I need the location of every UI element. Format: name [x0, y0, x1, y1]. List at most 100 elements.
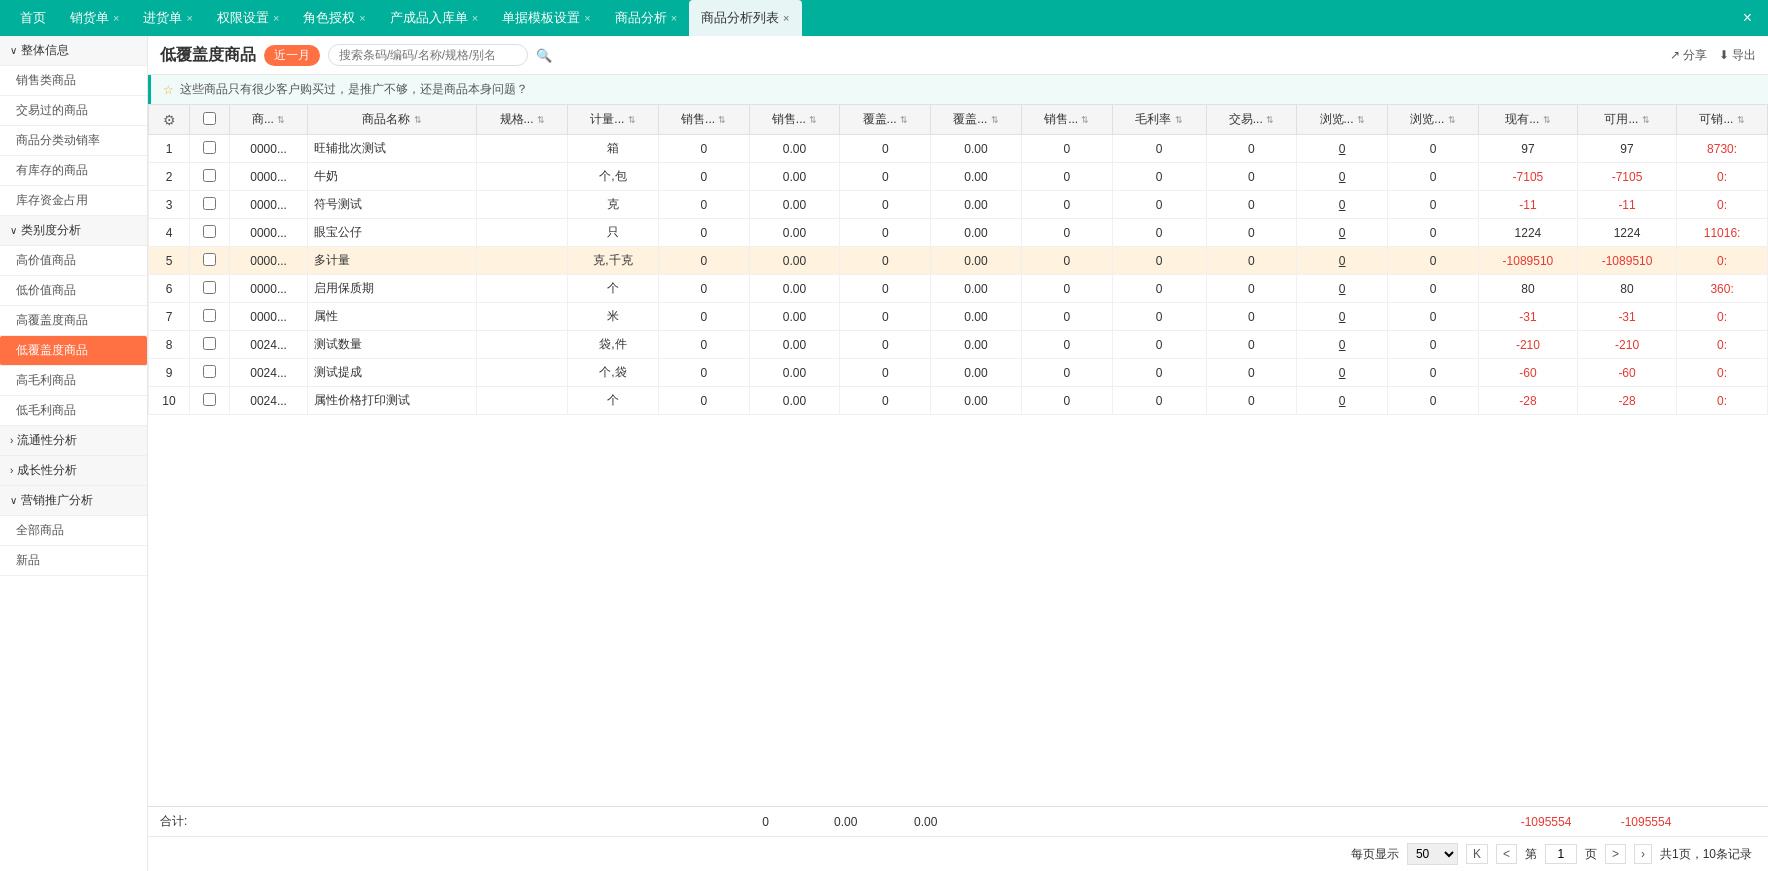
row-cell[interactable]	[190, 331, 230, 359]
row-checkbox[interactable]	[203, 197, 216, 210]
nav-roles-close[interactable]: ×	[359, 12, 365, 24]
col-trade[interactable]: 交易... ⇅	[1206, 105, 1297, 135]
sidebar-item-sales-goods[interactable]: 销售类商品	[0, 66, 147, 96]
row-checkbox[interactable]	[203, 253, 216, 266]
sidebar-item-new-goods[interactable]: 新品	[0, 546, 147, 576]
col-gross[interactable]: 毛利率 ⇅	[1112, 105, 1206, 135]
nav-analysis[interactable]: 商品分析 ×	[603, 0, 689, 36]
row-checkbox[interactable]	[203, 225, 216, 238]
col-cover2[interactable]: 覆盖... ⇅	[931, 105, 1022, 135]
nav-products[interactable]: 产成品入库单 ×	[378, 0, 490, 36]
period-button[interactable]: 近一月	[264, 45, 320, 66]
col-name[interactable]: 商品名称 ⇅	[307, 105, 477, 135]
nav-roles[interactable]: 角色授权 ×	[291, 0, 377, 36]
sidebar-item-high-coverage[interactable]: 高覆盖度商品	[0, 306, 147, 336]
nav-products-label: 产成品入库单	[390, 9, 468, 27]
row-checkbox[interactable]	[203, 141, 216, 154]
col-settings[interactable]: ⚙	[149, 105, 190, 135]
header-actions: ↗ 分享 ⬇ 导出	[1670, 47, 1756, 64]
settings-icon[interactable]: ⚙	[163, 112, 176, 128]
page-size-select[interactable]: 50 100 200	[1407, 843, 1458, 865]
nav-analysis-close[interactable]: ×	[671, 12, 677, 24]
nav-sales[interactable]: 销货单 ×	[58, 0, 131, 36]
sidebar-item-low-margin[interactable]: 低毛利商品	[0, 396, 147, 426]
nav-analysis-list[interactable]: 商品分析列表 ×	[689, 0, 801, 36]
nav-templates-close[interactable]: ×	[584, 12, 590, 24]
col-sales3[interactable]: 销售... ⇅	[1021, 105, 1112, 135]
row-checkbox[interactable]	[203, 281, 216, 294]
nav-templates[interactable]: 单据模板设置 ×	[490, 0, 602, 36]
row-cell[interactable]	[190, 275, 230, 303]
col-unit[interactable]: 计量... ⇅	[568, 105, 659, 135]
first-page-button[interactable]: K	[1466, 844, 1488, 864]
sidebar-item-inventory-capital[interactable]: 库存资金占用	[0, 186, 147, 216]
col-sales2[interactable]: 销售... ⇅	[749, 105, 840, 135]
col-spec[interactable]: 规格... ⇅	[477, 105, 568, 135]
share-button[interactable]: ↗ 分享	[1670, 47, 1707, 64]
row-browse1[interactable]: 0	[1297, 219, 1388, 247]
col-code[interactable]: 商... ⇅	[230, 105, 307, 135]
sidebar-item-category-rate[interactable]: 商品分类动销率	[0, 126, 147, 156]
sidebar-item-high-margin[interactable]: 高毛利商品	[0, 366, 147, 396]
col-cover1[interactable]: 覆盖... ⇅	[840, 105, 931, 135]
row-browse1[interactable]: 0	[1297, 359, 1388, 387]
row-checkbox[interactable]	[203, 309, 216, 322]
row-cell[interactable]	[190, 387, 230, 415]
sidebar-section-growth[interactable]: › 成长性分析	[0, 456, 147, 486]
nav-analysis-list-label: 商品分析列表	[701, 9, 779, 27]
sidebar-item-stocked-goods[interactable]: 有库存的商品	[0, 156, 147, 186]
sidebar-item-all-goods[interactable]: 全部商品	[0, 516, 147, 546]
row-checkbox[interactable]	[203, 337, 216, 350]
row-cell[interactable]	[190, 359, 230, 387]
row-cell[interactable]	[190, 163, 230, 191]
select-all-checkbox[interactable]	[203, 112, 216, 125]
sidebar-section-liquidity[interactable]: › 流通性分析	[0, 426, 147, 456]
col-available[interactable]: 可用... ⇅	[1577, 105, 1676, 135]
row-browse1[interactable]: 0	[1297, 331, 1388, 359]
col-browse2[interactable]: 浏览... ⇅	[1388, 105, 1479, 135]
sidebar-section-overall[interactable]: ∨ 整体信息	[0, 36, 147, 66]
col-sales1[interactable]: 销售... ⇅	[658, 105, 749, 135]
last-page-button[interactable]: ›	[1634, 844, 1652, 864]
row-cell[interactable]	[190, 191, 230, 219]
row-browse1[interactable]: 0	[1297, 303, 1388, 331]
row-browse1[interactable]: 0	[1297, 163, 1388, 191]
sidebar-item-traded-goods[interactable]: 交易过的商品	[0, 96, 147, 126]
row-browse1[interactable]: 0	[1297, 247, 1388, 275]
row-cell[interactable]	[190, 135, 230, 163]
row-browse1[interactable]: 0	[1297, 191, 1388, 219]
nav-home[interactable]: 首页	[8, 0, 58, 36]
nav-permissions[interactable]: 权限设置 ×	[205, 0, 291, 36]
row-cell[interactable]	[190, 219, 230, 247]
row-browse1[interactable]: 0	[1297, 135, 1388, 163]
next-page-button[interactable]: >	[1605, 844, 1626, 864]
window-close-button[interactable]: ×	[1735, 9, 1760, 27]
sidebar-item-low-coverage[interactable]: 低覆盖度商品	[0, 336, 147, 366]
nav-permissions-close[interactable]: ×	[273, 12, 279, 24]
prev-page-button[interactable]: <	[1496, 844, 1517, 864]
col-sellable[interactable]: 可销... ⇅	[1677, 105, 1768, 135]
row-checkbox[interactable]	[203, 169, 216, 182]
col-current[interactable]: 现有... ⇅	[1478, 105, 1577, 135]
row-checkbox[interactable]	[203, 365, 216, 378]
nav-products-close[interactable]: ×	[472, 12, 478, 24]
sidebar-section-category[interactable]: ∨ 类别度分析	[0, 216, 147, 246]
current-page-input[interactable]	[1545, 844, 1577, 864]
nav-sales-close[interactable]: ×	[113, 12, 119, 24]
nav-purchase[interactable]: 进货单 ×	[131, 0, 204, 36]
search-icon[interactable]: 🔍	[536, 48, 552, 63]
col-checkbox-header[interactable]	[190, 105, 230, 135]
col-browse1[interactable]: 浏览... ⇅	[1297, 105, 1388, 135]
sidebar-section-marketing[interactable]: ∨ 营销推广分析	[0, 486, 147, 516]
row-checkbox[interactable]	[203, 393, 216, 406]
row-browse1[interactable]: 0	[1297, 275, 1388, 303]
row-cell[interactable]	[190, 303, 230, 331]
nav-purchase-close[interactable]: ×	[186, 12, 192, 24]
nav-analysis-list-close[interactable]: ×	[783, 12, 789, 24]
sidebar-item-high-value[interactable]: 高价值商品	[0, 246, 147, 276]
row-browse1[interactable]: 0	[1297, 387, 1388, 415]
sidebar-item-low-value[interactable]: 低价值商品	[0, 276, 147, 306]
row-cell[interactable]	[190, 247, 230, 275]
export-button[interactable]: ⬇ 导出	[1719, 47, 1756, 64]
search-input[interactable]	[328, 44, 528, 66]
